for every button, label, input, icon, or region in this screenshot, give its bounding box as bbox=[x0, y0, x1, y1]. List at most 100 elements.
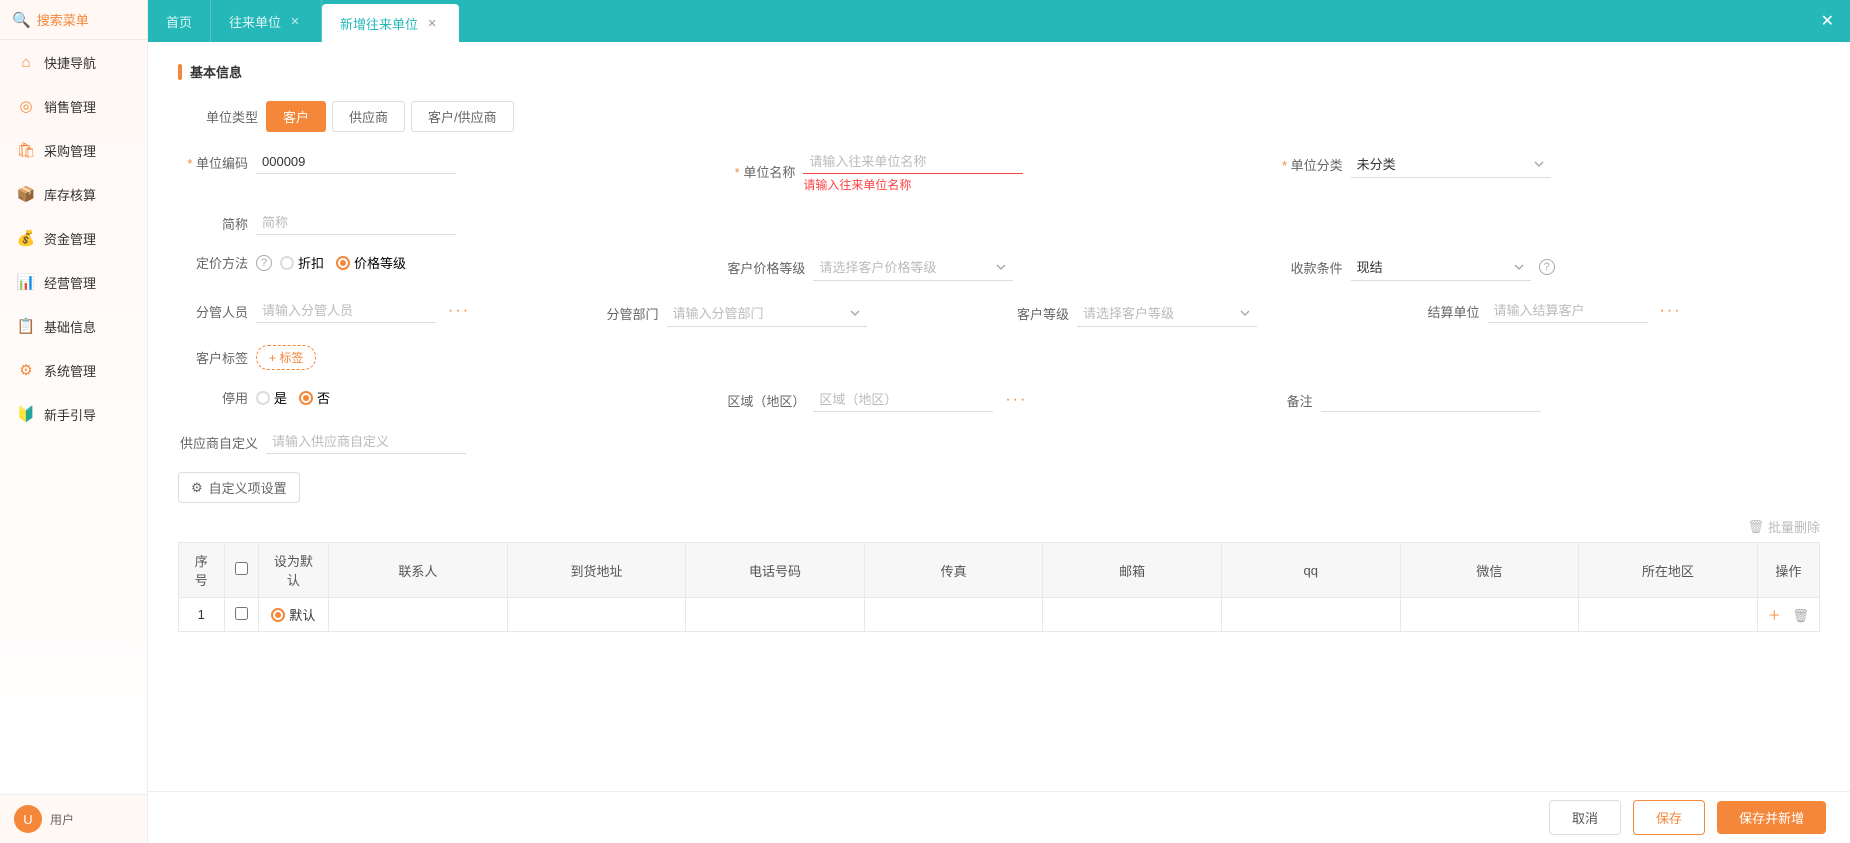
disabled-label: 停用 bbox=[178, 388, 248, 407]
customer-level-select[interactable]: 请选择客户等级 bbox=[1077, 299, 1257, 327]
tab-bar-close-btn[interactable]: ✕ bbox=[1805, 11, 1850, 31]
radio-no[interactable]: 否 bbox=[299, 388, 330, 407]
tab-new-contact[interactable]: 新增往来单位✕ bbox=[322, 4, 459, 42]
row-address[interactable] bbox=[507, 598, 686, 632]
col-qq: qq bbox=[1221, 543, 1400, 598]
sidebar-item-system[interactable]: ⚙系统管理 bbox=[0, 348, 147, 392]
chevron-down-icon2 bbox=[995, 261, 1007, 273]
sidebar-search-bar[interactable]: 🔍 搜索菜单 bbox=[0, 0, 147, 40]
customer-price-level-select[interactable]: 请选择客户价格等级 bbox=[813, 253, 1013, 281]
region-more-btn[interactable]: ··· bbox=[1001, 391, 1031, 409]
row-wechat-input[interactable] bbox=[1411, 607, 1569, 622]
remark-input[interactable] bbox=[1321, 388, 1541, 412]
sidebar-item-operation[interactable]: 📊经营管理 bbox=[0, 260, 147, 304]
row-disabled-region: 停用 是 否 区域（地区） ··· 备注 bbox=[178, 388, 1820, 412]
customer-level-placeholder: 请选择客户等级 bbox=[1083, 303, 1235, 322]
save-new-button[interactable]: 保存并新增 bbox=[1717, 801, 1826, 834]
row-wechat[interactable] bbox=[1400, 598, 1579, 632]
add-tag-btn[interactable]: + 标签 bbox=[256, 345, 316, 370]
row-contact[interactable] bbox=[329, 598, 508, 632]
row-pricing: 定价方法 ? 折扣 价格等级 客户价格等级 请选择客户价格等级 bbox=[178, 253, 1820, 281]
content-area: 基本信息 单位类型 客户 供应商 客户/供应商 单位编码 单位名称 bbox=[148, 42, 1850, 843]
section-bar bbox=[178, 64, 182, 80]
settlement-unit-input[interactable] bbox=[1488, 299, 1648, 323]
custom-settings-btn[interactable]: ⚙ 自定义项设置 bbox=[178, 472, 300, 503]
row-region[interactable] bbox=[1579, 598, 1758, 632]
quick-nav-icon: ⌂ bbox=[16, 52, 36, 72]
btn-customer[interactable]: 客户 bbox=[266, 101, 326, 132]
tab-home[interactable]: 首页 bbox=[148, 0, 211, 42]
manager-more-btn[interactable]: ··· bbox=[444, 302, 474, 320]
sidebar-item-purchase[interactable]: 🛍采购管理 bbox=[0, 128, 147, 172]
short-name-input[interactable] bbox=[256, 211, 456, 235]
sidebar-item-quick-nav[interactable]: ⌂快捷导航 bbox=[0, 40, 147, 84]
contacts-table-wrap: 序号 设为默认 联系人 到货地址 电话号码 传真 邮箱 qq 微信 所在地区 操… bbox=[178, 542, 1820, 632]
settlement-unit-more-btn[interactable]: ··· bbox=[1656, 302, 1686, 320]
row-fax-input[interactable] bbox=[875, 607, 1033, 622]
col-address: 到货地址 bbox=[507, 543, 686, 598]
section-header: 基本信息 bbox=[178, 62, 1820, 81]
region-input[interactable] bbox=[813, 388, 993, 412]
check-all[interactable] bbox=[235, 562, 248, 575]
row-qq-input[interactable] bbox=[1232, 607, 1390, 622]
tab-close-new-contact[interactable]: ✕ bbox=[424, 15, 440, 31]
row-email-input[interactable] bbox=[1053, 607, 1211, 622]
row-contact-input[interactable] bbox=[339, 607, 497, 622]
col-region: 所在地区 bbox=[1579, 543, 1758, 598]
add-row-btn[interactable]: ＋ bbox=[1768, 608, 1781, 623]
unit-code-input[interactable] bbox=[256, 150, 456, 174]
row-code-name-cat: 单位编码 单位名称 请输入往来单位名称 单位分类 未分类 bbox=[178, 150, 1820, 193]
row-address-input[interactable] bbox=[518, 607, 676, 622]
row-check[interactable] bbox=[224, 598, 258, 632]
finance-icon: 💰 bbox=[16, 228, 36, 248]
radio-price-level-circle bbox=[336, 256, 350, 270]
sidebar-item-sales[interactable]: ◎销售管理 bbox=[0, 84, 147, 128]
row-email[interactable] bbox=[1043, 598, 1222, 632]
pricing-help-icon[interactable]: ? bbox=[256, 255, 272, 271]
col-default: 设为默认 bbox=[258, 543, 329, 598]
unit-category-value: 未分类 bbox=[1357, 154, 1529, 173]
row-region-input[interactable] bbox=[1589, 607, 1747, 622]
cancel-button[interactable]: 取消 bbox=[1549, 800, 1621, 835]
sidebar-item-basic[interactable]: 📋基础信息 bbox=[0, 304, 147, 348]
row-fax[interactable] bbox=[864, 598, 1043, 632]
row-qq[interactable] bbox=[1221, 598, 1400, 632]
save-button[interactable]: 保存 bbox=[1633, 800, 1705, 835]
radio-price-level[interactable]: 价格等级 bbox=[336, 253, 406, 272]
supplier-custom-input[interactable] bbox=[266, 430, 466, 454]
department-select[interactable]: 请输入分管部门 bbox=[667, 299, 867, 327]
payment-terms-label: 收款条件 bbox=[1273, 258, 1343, 277]
radio-yes[interactable]: 是 bbox=[256, 388, 287, 407]
sidebar-item-finance[interactable]: 💰资金管理 bbox=[0, 216, 147, 260]
manager-input[interactable] bbox=[256, 299, 436, 323]
row-checkbox[interactable] bbox=[235, 607, 248, 620]
delete-row-btn[interactable]: 🗑 bbox=[1792, 608, 1809, 623]
unit-type-row: 单位类型 客户 供应商 客户/供应商 bbox=[178, 101, 1820, 132]
sidebar-item-guide[interactable]: 🔰新手引导 bbox=[0, 392, 147, 436]
unit-type-label: 单位类型 bbox=[178, 107, 258, 126]
tab-close-contacts[interactable]: ✕ bbox=[287, 13, 303, 29]
row-default: 默认 bbox=[258, 598, 329, 632]
radio-default[interactable]: 默认 bbox=[269, 605, 319, 624]
sidebar-search-label: 搜索菜单 bbox=[37, 10, 89, 29]
btn-both[interactable]: 客户/供应商 bbox=[411, 101, 514, 132]
sidebar-item-inventory[interactable]: 📦库存核算 bbox=[0, 172, 147, 216]
tab-contacts[interactable]: 往来单位✕ bbox=[211, 0, 322, 42]
remark-label: 备注 bbox=[1273, 391, 1313, 410]
btn-supplier[interactable]: 供应商 bbox=[332, 101, 405, 132]
radio-discount[interactable]: 折扣 bbox=[280, 253, 324, 272]
sidebar-item-label-inventory: 库存核算 bbox=[44, 185, 96, 204]
col-action: 操作 bbox=[1757, 543, 1819, 598]
payment-terms-help-icon[interactable]: ? bbox=[1539, 259, 1555, 275]
batch-delete-btn[interactable]: 🗑 批量删除 bbox=[1747, 517, 1820, 536]
unit-category-select[interactable]: 未分类 bbox=[1351, 150, 1551, 178]
row-phone[interactable] bbox=[686, 598, 865, 632]
sidebar-item-label-basic: 基础信息 bbox=[44, 317, 96, 336]
customer-level-field: 客户等级 请选择客户等级 bbox=[999, 299, 1410, 327]
row-phone-input[interactable] bbox=[696, 607, 854, 622]
payment-terms-select[interactable]: 现结 bbox=[1351, 253, 1531, 281]
user-label: 用户 bbox=[50, 811, 74, 828]
manager-label: 分管人员 bbox=[178, 302, 248, 321]
unit-name-input-wrap: 请输入往来单位名称 bbox=[803, 150, 1023, 193]
unit-name-input[interactable] bbox=[803, 150, 1023, 174]
